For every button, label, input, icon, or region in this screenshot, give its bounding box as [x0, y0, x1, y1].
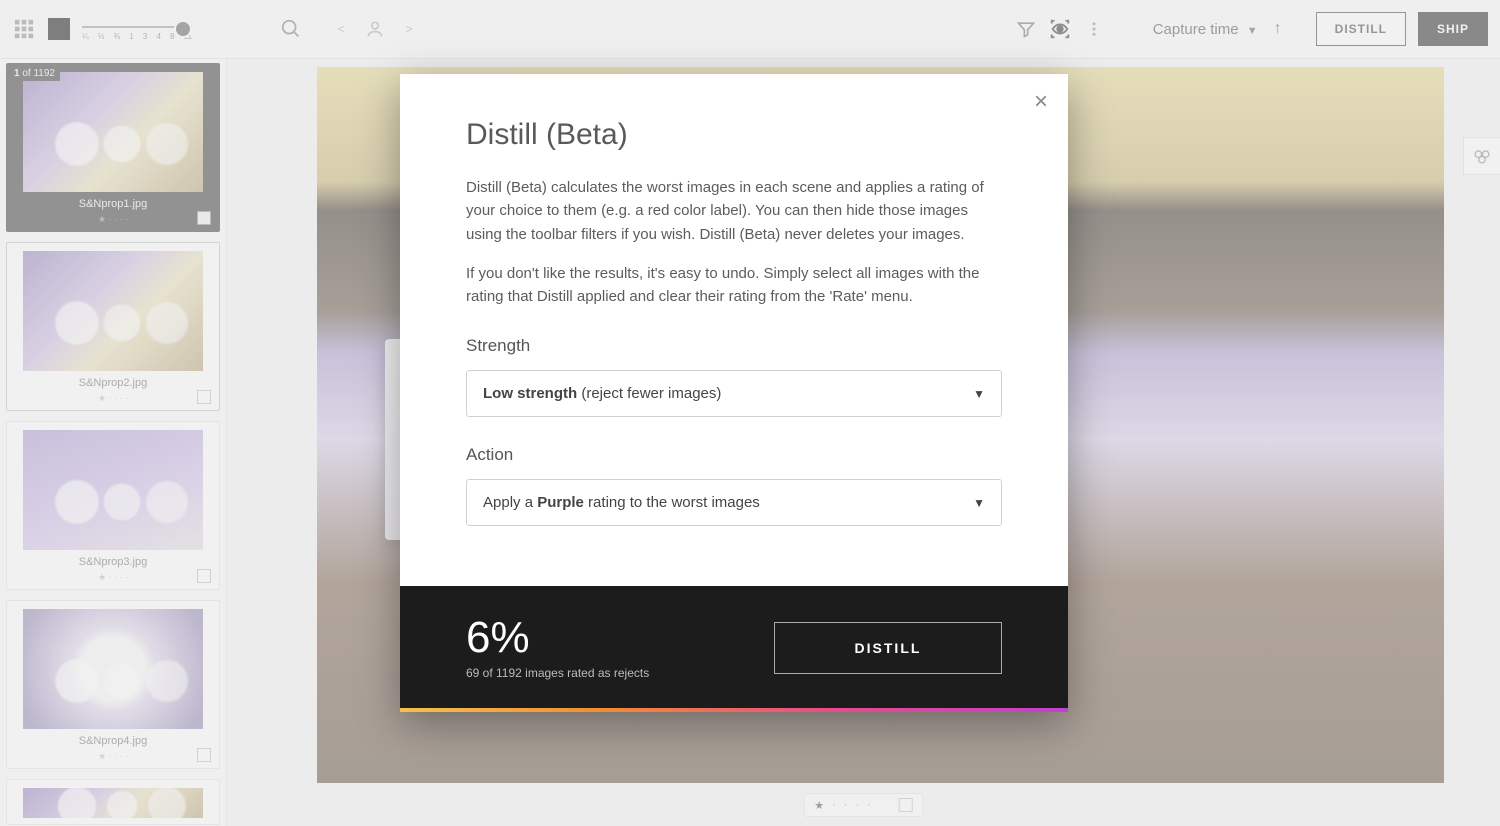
action-select[interactable]: Apply a Purple rating to the worst image…: [466, 479, 1002, 526]
reject-subtext: 69 of 1192 images rated as rejects: [466, 666, 649, 680]
modal-title: Distill (Beta): [466, 118, 1002, 152]
modal-footer: 6% 69 of 1192 images rated as rejects DI…: [400, 586, 1068, 708]
chevron-down-icon: ▼: [973, 387, 985, 401]
strength-value: Low strength (reject fewer images): [483, 385, 721, 402]
chevron-down-icon: ▼: [973, 496, 985, 510]
reject-percent: 6%: [466, 616, 649, 660]
modal-paragraph: If you don't like the results, it's easy…: [466, 262, 1002, 309]
strength-label: Strength: [466, 336, 1002, 356]
distill-modal: × Distill (Beta) Distill (Beta) calculat…: [400, 74, 1068, 712]
modal-paragraph: Distill (Beta) calculates the worst imag…: [466, 176, 1002, 246]
close-icon[interactable]: ×: [1034, 90, 1048, 114]
footer-accent-bar: [400, 708, 1068, 712]
strength-select[interactable]: Low strength (reject fewer images) ▼: [466, 370, 1002, 417]
action-value: Apply a Purple rating to the worst image…: [483, 494, 760, 511]
action-label: Action: [466, 445, 1002, 465]
distill-confirm-button[interactable]: DISTILL: [774, 622, 1002, 674]
